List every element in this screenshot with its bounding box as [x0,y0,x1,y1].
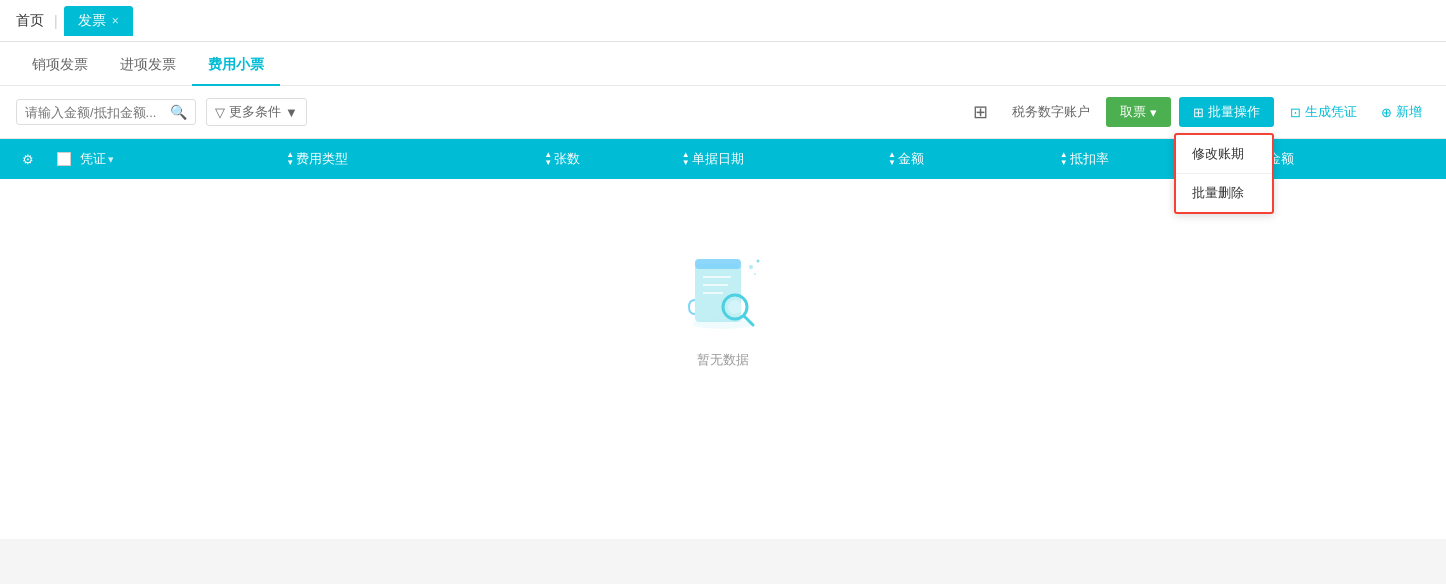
th-check[interactable] [48,152,80,166]
gen-voucher-button[interactable]: ⊡ 生成凭证 [1282,97,1365,127]
th-voucher: 凭证 ▾ [80,150,286,168]
sub-tabs-bar: 销项发票 进项发票 费用小票 [0,42,1446,86]
tab-expense[interactable]: 费用小票 [192,42,280,86]
batch-delete-item[interactable]: 批量删除 [1176,173,1272,212]
active-tab-label: 发票 [78,12,106,30]
sort-expense-icon[interactable]: ▲▼ [286,151,294,167]
qr-icon-button[interactable]: ⊞ [964,96,996,128]
take-invoice-button[interactable]: 取票 ▾ [1106,97,1171,127]
add-label: 新增 [1396,103,1422,121]
search-icon[interactable]: 🔍 [170,104,187,120]
batch-op-button[interactable]: ⊞ 批量操作 [1179,97,1274,127]
svg-rect-2 [695,259,741,269]
filter-button[interactable]: ▽ 更多条件 ▼ [206,98,307,126]
filter-label: 更多条件 [229,103,281,121]
toolbar: 🔍 ▽ 更多条件 ▼ ⊞ 税务数字账户 取票 ▾ ⊞ 批量操作 修改账期 批量删… [0,86,1446,139]
batch-op-container: ⊞ 批量操作 修改账期 批量删除 [1179,97,1274,127]
tab-close-icon[interactable]: × [112,14,119,28]
take-invoice-label: 取票 [1120,103,1146,121]
sort-deduct-rate-icon[interactable]: ▲▼ [1060,151,1068,167]
batch-op-icon: ⊞ [1193,105,1204,120]
tax-account-button[interactable]: 税务数字账户 [1004,103,1098,121]
tab-sales[interactable]: 销项发票 [16,42,104,86]
sort-count-icon[interactable]: ▲▼ [544,151,552,167]
search-input[interactable] [25,105,170,120]
tab-input[interactable]: 进项发票 [104,42,192,86]
toolbar-left: 🔍 ▽ 更多条件 ▼ [16,98,307,126]
gen-voucher-icon: ⊡ [1290,105,1301,120]
th-expense-type: ▲▼ 费用类型 [286,150,544,168]
voucher-filter-icon[interactable]: ▾ [108,153,114,166]
empty-label: 暂无数据 [697,351,749,369]
add-icon: ⊕ [1381,105,1392,120]
batch-op-label: 批量操作 [1208,103,1260,121]
add-button[interactable]: ⊕ 新增 [1373,97,1430,127]
top-nav: 首页 | 发票 × [0,0,1446,42]
filter-arrow-icon: ▼ [285,105,298,120]
gear-icon: ⚙ [22,152,34,167]
modify-period-item[interactable]: 修改账期 [1176,135,1272,173]
toolbar-right: ⊞ 税务数字账户 取票 ▾ ⊞ 批量操作 修改账期 批量删除 ⊡ 生成凭证 ⊕ … [964,96,1430,128]
gen-voucher-label: 生成凭证 [1305,103,1357,121]
header-checkbox[interactable] [57,152,71,166]
sort-date-icon[interactable]: ▲▼ [682,151,690,167]
svg-point-9 [749,265,753,269]
filter-icon: ▽ [215,105,225,120]
batch-op-dropdown: 修改账期 批量删除 [1174,133,1274,214]
svg-point-10 [757,260,760,263]
search-wrap: 🔍 [16,99,196,125]
th-date: ▲▼ 单据日期 [682,150,888,168]
take-invoice-arrow-icon: ▾ [1150,105,1157,120]
svg-point-11 [754,273,756,275]
active-tab[interactable]: 发票 × [64,6,133,36]
sort-amount-icon[interactable]: ▲▼ [888,151,896,167]
home-link[interactable]: 首页 [16,12,44,30]
th-gear[interactable]: ⚙ [8,152,48,167]
qr-icon: ⊞ [973,101,988,123]
th-count: ▲▼ 张数 [544,150,682,168]
svg-point-7 [728,300,742,314]
empty-illustration [673,239,773,339]
th-amount: ▲▼ 金额 [888,150,1060,168]
